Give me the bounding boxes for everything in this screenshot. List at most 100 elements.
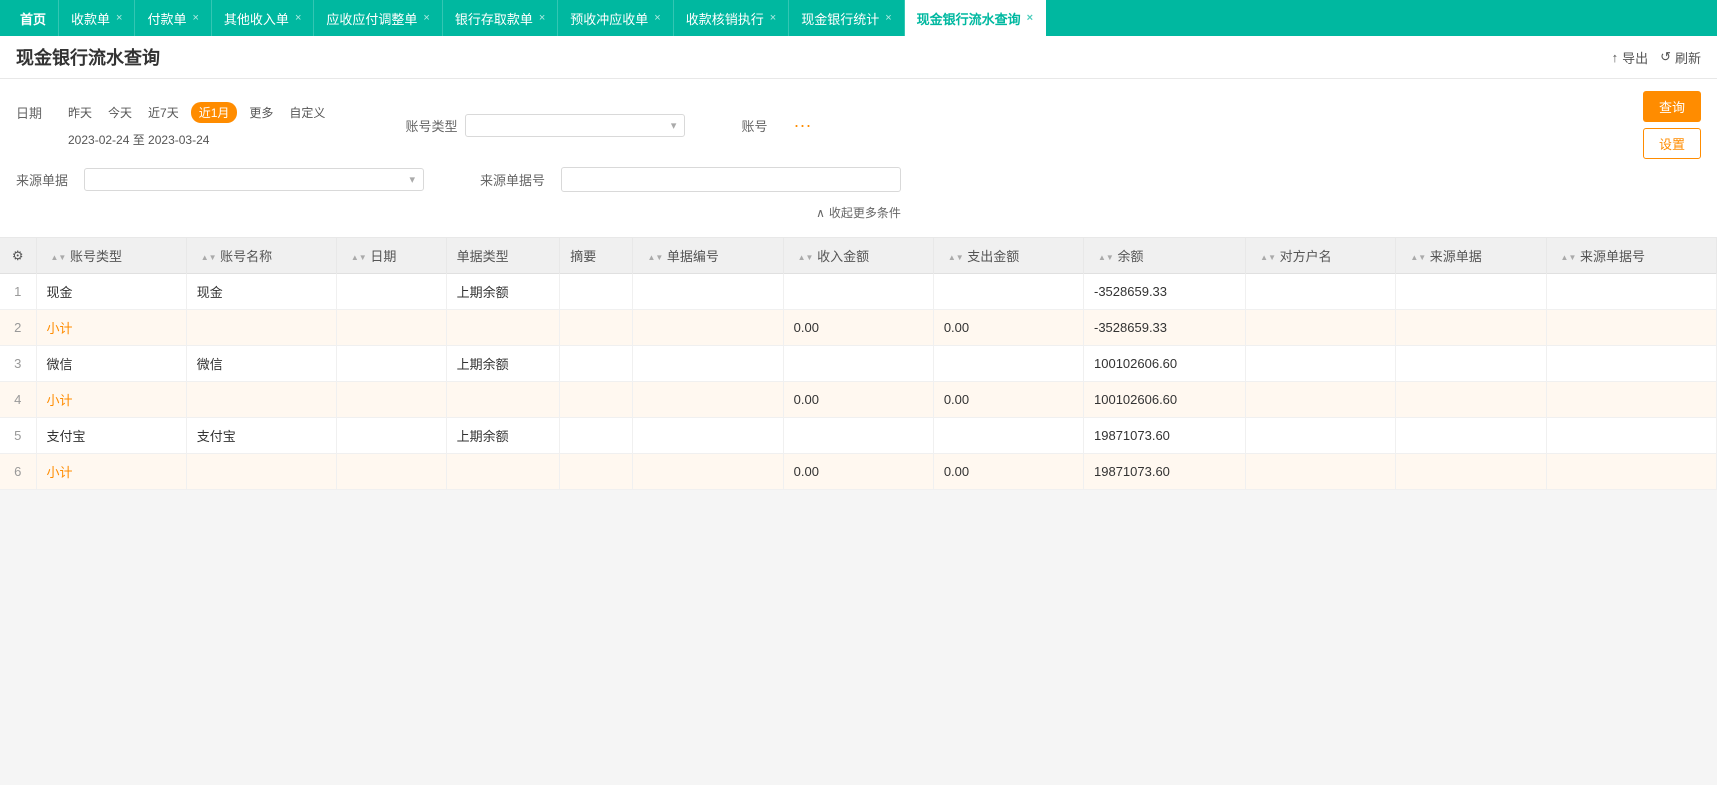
table-cell: 0.00	[933, 310, 1083, 346]
table-row: 5支付宝支付宝上期余额19871073.60	[0, 418, 1717, 454]
close-icon[interactable]: ×	[770, 12, 776, 24]
close-icon[interactable]: ×	[539, 12, 545, 24]
sort-icon[interactable]: ▲▼	[798, 253, 814, 262]
table-cell	[1546, 382, 1716, 418]
th-date: ▲▼ 日期	[336, 238, 446, 274]
sort-icon[interactable]: ▲▼	[647, 253, 663, 262]
table-cell	[186, 310, 336, 346]
table-cell: -3528659.33	[1084, 274, 1246, 310]
th-summary: 摘要	[560, 238, 633, 274]
table-header-row: ⚙ ▲▼ 账号类型 ▲▼ 账号名称 ▲▼ 日期 单据类型 摘要 ▲▼	[0, 238, 1717, 274]
source-doc-label: 来源单据	[16, 170, 68, 189]
header-actions: ↑ 导出 ↺ 刷新	[1612, 48, 1701, 67]
table-cell: 上期余额	[446, 418, 560, 454]
filter-row-1: 日期 昨天 今天 近7天 近1月 更多 自定义 2023-02-24 至 202…	[16, 91, 1701, 159]
account-type-select[interactable]: ▾	[465, 114, 685, 137]
table-cell	[1246, 346, 1396, 382]
close-icon[interactable]: ×	[423, 12, 429, 24]
nav-tab-qtsr[interactable]: 其他收入单 ×	[212, 0, 314, 36]
shortcut-more[interactable]: 更多	[245, 102, 277, 123]
table-cell: 2	[0, 310, 36, 346]
shortcut-7days[interactable]: 近7天	[144, 102, 183, 123]
table-cell	[633, 418, 783, 454]
sort-icon[interactable]: ▲▼	[1410, 253, 1426, 262]
table-cell	[446, 454, 560, 490]
nav-tab-shoukuandan[interactable]: 收款单 ×	[59, 0, 135, 36]
table-cell	[1246, 382, 1396, 418]
close-icon[interactable]: ×	[116, 12, 122, 24]
table-cell	[933, 418, 1083, 454]
table-cell: 19871073.60	[1084, 418, 1246, 454]
source-doc-no-label: 来源单据号	[480, 170, 545, 189]
sort-icon[interactable]: ▲▼	[51, 253, 67, 262]
table-cell	[1396, 418, 1546, 454]
nav-tab-yhcqk[interactable]: 银行存取款单 ×	[443, 0, 558, 36]
query-button[interactable]: 查询	[1643, 91, 1701, 122]
refresh-icon: ↺	[1660, 49, 1671, 65]
table-cell	[1546, 274, 1716, 310]
table-cell: 19871073.60	[1084, 454, 1246, 490]
refresh-button[interactable]: ↺ 刷新	[1660, 48, 1701, 67]
sort-icon[interactable]: ▲▼	[948, 253, 964, 262]
sort-icon[interactable]: ▲▼	[1260, 253, 1276, 262]
table-cell	[1246, 418, 1396, 454]
table-cell: 现金	[36, 274, 186, 310]
table-settings-icon[interactable]: ⚙	[12, 248, 24, 263]
th-source-doc-no: ▲▼ 来源单据号	[1546, 238, 1716, 274]
table-cell	[336, 454, 446, 490]
account-dots-button[interactable]: ···	[789, 115, 815, 136]
nav-tab-skhx[interactable]: 收款核销执行 ×	[674, 0, 789, 36]
table-cell	[1246, 454, 1396, 490]
table-cell: -3528659.33	[1084, 310, 1246, 346]
table-cell: 小计	[36, 382, 186, 418]
shortcut-1month[interactable]: 近1月	[191, 102, 238, 123]
sort-icon[interactable]: ▲▼	[201, 253, 217, 262]
table-cell: 1	[0, 274, 36, 310]
table-cell	[783, 274, 933, 310]
table-cell: 0.00	[783, 382, 933, 418]
data-table: ⚙ ▲▼ 账号类型 ▲▼ 账号名称 ▲▼ 日期 单据类型 摘要 ▲▼	[0, 238, 1717, 490]
close-icon[interactable]: ×	[654, 12, 660, 24]
settings-button[interactable]: 设置	[1643, 128, 1701, 159]
shortcut-yesterday[interactable]: 昨天	[64, 102, 96, 123]
table-cell: 微信	[36, 346, 186, 382]
close-icon[interactable]: ×	[192, 12, 198, 24]
th-settings[interactable]: ⚙	[0, 238, 36, 274]
table-cell	[633, 310, 783, 346]
collapse-button[interactable]: ∧ 收起更多条件	[16, 200, 1701, 225]
export-button[interactable]: ↑ 导出	[1612, 48, 1649, 67]
close-icon[interactable]: ×	[885, 12, 891, 24]
table-cell: 3	[0, 346, 36, 382]
table-cell	[446, 382, 560, 418]
table-row: 1现金现金上期余额-3528659.33	[0, 274, 1717, 310]
table-cell: 现金	[186, 274, 336, 310]
nav-tab-xjyhtj[interactable]: 现金银行统计 ×	[789, 0, 904, 36]
nav-home[interactable]: 首页	[8, 0, 59, 36]
table-cell	[1546, 346, 1716, 382]
collapse-up-icon: ∧	[816, 206, 825, 220]
table-cell	[336, 274, 446, 310]
table-cell	[560, 418, 633, 454]
nav-tab-ysch[interactable]: 预收冲应收单 ×	[558, 0, 673, 36]
source-doc-select[interactable]: ▾	[84, 168, 424, 191]
date-range-display: 2023-02-24 至 2023-03-24	[68, 133, 209, 147]
table-row: 2小计0.000.00-3528659.33	[0, 310, 1717, 346]
sort-icon[interactable]: ▲▼	[351, 253, 367, 262]
table-cell: 0.00	[933, 382, 1083, 418]
nav-tab-ysyf[interactable]: 应收应付调整单 ×	[314, 0, 442, 36]
table-cell	[633, 274, 783, 310]
th-account-name: ▲▼ 账号名称	[186, 238, 336, 274]
close-icon[interactable]: ×	[1027, 12, 1033, 24]
source-doc-no-input[interactable]	[561, 167, 901, 192]
sort-icon[interactable]: ▲▼	[1098, 253, 1114, 262]
th-doc-type: 单据类型	[446, 238, 560, 274]
nav-tab-fukuandan[interactable]: 付款单 ×	[135, 0, 211, 36]
sort-icon[interactable]: ▲▼	[1561, 253, 1577, 262]
table-cell	[186, 454, 336, 490]
shortcut-custom[interactable]: 自定义	[285, 102, 329, 123]
table-cell	[1546, 454, 1716, 490]
shortcut-today[interactable]: 今天	[104, 102, 136, 123]
table-cell	[1396, 382, 1546, 418]
close-icon[interactable]: ×	[295, 12, 301, 24]
nav-tab-xjyhls[interactable]: 现金银行流水查询 ×	[905, 0, 1046, 36]
